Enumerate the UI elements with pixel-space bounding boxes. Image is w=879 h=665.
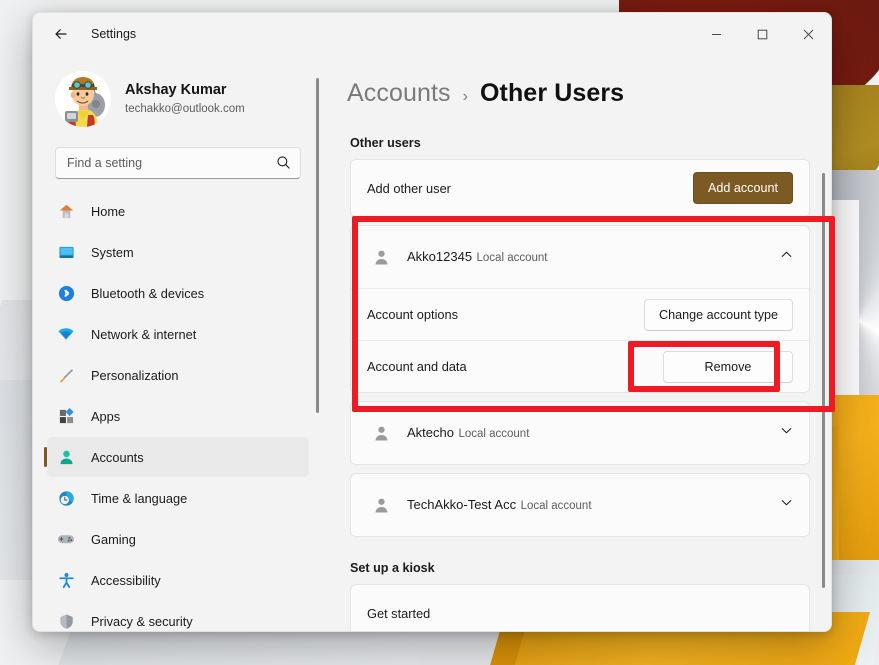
sidebar-item-apps[interactable]: Apps	[47, 396, 309, 436]
sidebar-item-personalization[interactable]: Personalization	[47, 355, 309, 395]
add-other-user-row: Add other user Add account	[351, 160, 809, 216]
user-card-header[interactable]: TechAkko-Test Acc Local account	[351, 474, 809, 536]
sidebar-item-accessibility[interactable]: Accessibility	[47, 560, 309, 600]
sidebar-item-label: Network & internet	[91, 326, 197, 342]
app-title: Settings	[91, 27, 137, 41]
account-and-data-row: Account and data Remove	[351, 340, 809, 392]
user-card-text: Aktecho Local account	[407, 424, 780, 442]
user-name: Akko12345	[407, 249, 473, 264]
user-account-icon	[367, 248, 395, 267]
user-name: Aktecho	[407, 425, 454, 440]
sidebar-item-label: Personalization	[91, 367, 179, 383]
profile-info: Akshay Kumar techakko@outlook.com	[125, 81, 245, 117]
account-options-row: Account options Change account type	[351, 288, 809, 340]
profile-email: techakko@outlook.com	[125, 103, 245, 115]
sidebar-item-label: Time & language	[91, 490, 188, 506]
maximize-icon	[757, 29, 767, 39]
sidebar-item-home[interactable]: Home	[47, 191, 309, 231]
user-account-icon	[367, 496, 395, 515]
user-account-type: Local account	[458, 428, 530, 440]
sidebar-item-label: Accounts	[91, 449, 144, 465]
accounts-icon	[55, 449, 77, 466]
search-input[interactable]	[55, 147, 301, 179]
back-arrow-icon	[55, 29, 67, 39]
sidebar-item-label: Gaming	[91, 531, 136, 547]
settings-window: Settings Akshay Kumar techakko@outlook.c…	[32, 12, 832, 632]
title-bar: Settings	[33, 13, 831, 55]
close-button[interactable]	[785, 13, 831, 55]
close-icon	[803, 29, 813, 39]
back-button[interactable]	[45, 18, 77, 50]
user-name: TechAkko-Test Acc	[407, 497, 517, 512]
window-body: Akshay Kumar techakko@outlook.com Find a…	[33, 55, 831, 631]
other-users-heading: Other users	[350, 136, 421, 150]
sidebar-item-label: Bluetooth & devices	[91, 285, 205, 301]
page-title: Other Users	[479, 79, 625, 107]
profile-name: Akshay Kumar	[125, 82, 227, 98]
breadcrumb-parent[interactable]: Accounts	[347, 79, 451, 108]
kiosk-row: Get started	[351, 585, 809, 631]
remove-button[interactable]: Remove	[663, 350, 793, 383]
sidebar-item-label: Accessibility	[91, 572, 161, 588]
apps-icon	[55, 407, 77, 425]
sidebar-item-label: Home	[91, 203, 126, 219]
chevron-up-icon[interactable]	[780, 248, 793, 266]
breadcrumb: Accounts › Other Users	[347, 79, 831, 108]
sidebar-item-label: System	[91, 244, 134, 260]
wifi-icon	[55, 325, 77, 343]
sidebar-item-network-internet[interactable]: Network & internet	[47, 314, 309, 354]
accessibility-icon	[55, 572, 77, 589]
chevron-right-icon: ›	[462, 88, 468, 105]
sidebar-item-time-language[interactable]: Time & language	[47, 478, 309, 518]
sidebar-nav: Home System Bluetooth & devices Network …	[33, 191, 323, 631]
clock-icon	[55, 490, 77, 507]
user-card-text: TechAkko-Test Acc Local account	[407, 496, 780, 514]
user-card-text: Akko12345 Local account	[407, 248, 780, 266]
add-other-user-card: Add other user Add account	[350, 159, 810, 217]
chevron-down-icon[interactable]	[780, 424, 793, 442]
system-icon	[55, 244, 77, 261]
minimize-icon	[711, 33, 721, 35]
user-account-icon	[367, 424, 395, 443]
maximize-button[interactable]	[739, 13, 785, 55]
sidebar-item-label: Apps	[91, 408, 121, 424]
gamepad-icon	[55, 530, 77, 548]
kiosk-heading: Set up a kiosk	[350, 561, 435, 575]
user-card-header[interactable]: Aktecho Local account	[351, 402, 809, 464]
user-card-header[interactable]: Akko12345 Local account	[351, 226, 809, 288]
brush-icon	[55, 367, 77, 384]
user-card-aktecho: Aktecho Local account	[350, 401, 810, 465]
sidebar-item-system[interactable]: System	[47, 232, 309, 272]
sidebar-item-gaming[interactable]: Gaming	[47, 519, 309, 559]
main-scrollbar[interactable]	[822, 173, 825, 588]
sidebar-item-bluetooth-devices[interactable]: Bluetooth & devices	[47, 273, 309, 313]
user-account-type: Local account	[476, 252, 548, 264]
sidebar-scrollbar[interactable]	[316, 78, 319, 413]
bluetooth-icon	[55, 285, 77, 302]
home-icon	[55, 203, 77, 220]
add-account-button[interactable]: Add account	[692, 172, 793, 204]
account-options-label: Account options	[367, 307, 459, 322]
add-other-user-label: Add other user	[367, 180, 451, 196]
search-container	[55, 147, 301, 179]
minimize-button[interactable]	[693, 13, 739, 55]
sidebar-item-accounts[interactable]: Accounts	[44, 437, 309, 477]
user-account-type: Local account	[520, 500, 592, 512]
chevron-down-icon[interactable]	[780, 496, 793, 514]
user-card-techakko-test-acc: TechAkko-Test Acc Local account	[350, 473, 810, 537]
kiosk-card: Get started	[350, 584, 810, 631]
main-content: Accounts › Other Users Other users Add o…	[323, 55, 831, 631]
avatar	[55, 71, 111, 127]
sidebar-item-privacy-security[interactable]: Privacy & security	[47, 601, 309, 631]
sidebar-item-label: Privacy & security	[91, 613, 193, 629]
kiosk-label: Get started	[367, 605, 431, 621]
window-controls	[693, 13, 831, 55]
user-card-akko12345: Akko12345 Local account Account options …	[350, 225, 810, 393]
profile-block[interactable]: Akshay Kumar techakko@outlook.com	[33, 55, 323, 141]
shield-icon	[55, 613, 77, 630]
account-and-data-label: Account and data	[367, 359, 467, 374]
change-account-type-button[interactable]: Change account type	[643, 298, 793, 331]
sidebar: Akshay Kumar techakko@outlook.com Find a…	[33, 55, 323, 631]
